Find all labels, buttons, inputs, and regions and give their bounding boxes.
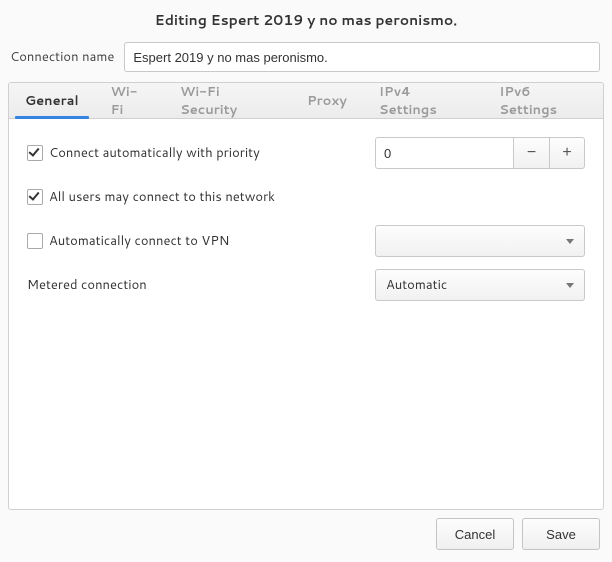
- connection-name-input[interactable]: [124, 42, 600, 72]
- priority-increment[interactable]: +: [549, 137, 585, 169]
- metered-combo-value: Automatic: [386, 276, 566, 294]
- save-button[interactable]: Save: [522, 518, 600, 550]
- row-auto-vpn: Automatically connect to VPN: [27, 225, 585, 257]
- tab-general[interactable]: General: [9, 83, 95, 118]
- tab-ipv4[interactable]: IPv4 Settings: [363, 83, 483, 118]
- row-auto-connect: Connect automatically with priority − +: [27, 137, 585, 169]
- row-all-users: All users may connect to this network: [27, 181, 585, 213]
- row-metered: Metered connection Automatic: [27, 269, 585, 301]
- tab-content-general: Connect automatically with priority − + …: [9, 119, 603, 301]
- connection-name-row: Connection name: [0, 38, 612, 82]
- footer: Cancel Save: [0, 518, 612, 562]
- tab-proxy[interactable]: Proxy: [291, 83, 363, 118]
- metered-label: Metered connection: [27, 276, 147, 294]
- connection-name-label: Connection name: [8, 48, 114, 66]
- window-title: Editing Espert 2019 y no mas peronismo.: [0, 0, 612, 38]
- auto-vpn-checkbox[interactable]: [27, 233, 43, 249]
- chevron-down-icon: [566, 283, 574, 288]
- all-users-checkbox[interactable]: [27, 189, 43, 205]
- cancel-button[interactable]: Cancel: [436, 518, 514, 550]
- auto-vpn-label[interactable]: Automatically connect to VPN: [49, 232, 229, 250]
- tab-bar: General Wi-Fi Wi-Fi Security Proxy IPv4 …: [9, 83, 603, 119]
- priority-decrement[interactable]: −: [513, 137, 549, 169]
- priority-input[interactable]: [375, 137, 513, 169]
- chevron-down-icon: [566, 239, 574, 244]
- tab-wifi[interactable]: Wi-Fi: [95, 83, 165, 118]
- tab-ipv6[interactable]: IPv6 Settings: [483, 83, 603, 118]
- all-users-label[interactable]: All users may connect to this network: [49, 188, 275, 206]
- tab-wifi-security[interactable]: Wi-Fi Security: [164, 83, 291, 118]
- vpn-combo[interactable]: [375, 225, 585, 257]
- auto-connect-checkbox[interactable]: [27, 145, 43, 161]
- priority-spinner: − +: [375, 137, 585, 169]
- tabs-pane: General Wi-Fi Wi-Fi Security Proxy IPv4 …: [8, 82, 604, 510]
- auto-connect-label[interactable]: Connect automatically with priority: [49, 144, 260, 162]
- metered-combo[interactable]: Automatic: [375, 269, 585, 301]
